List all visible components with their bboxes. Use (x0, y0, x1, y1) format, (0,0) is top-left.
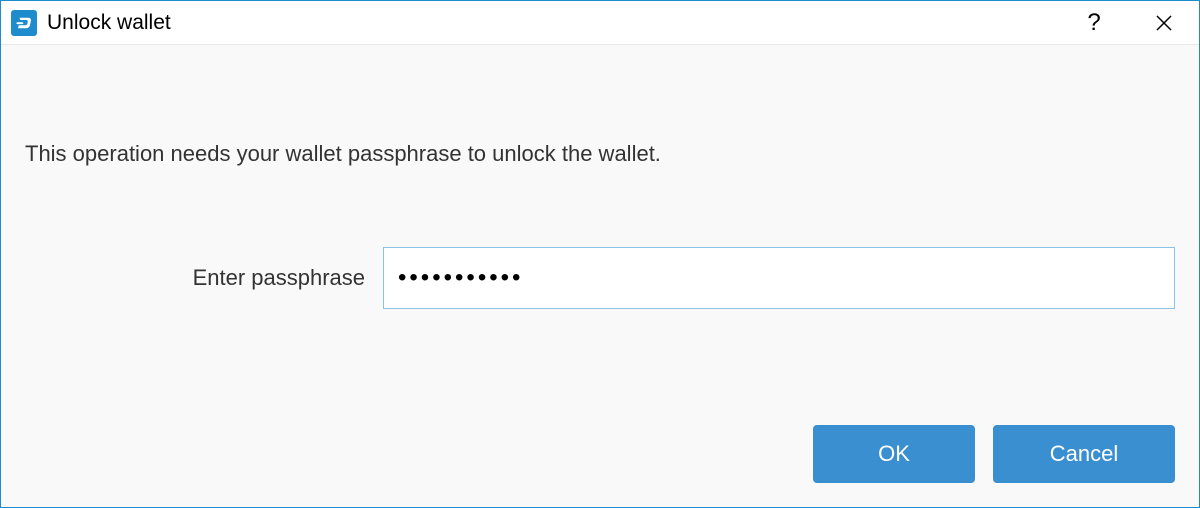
cancel-button[interactable]: Cancel (993, 425, 1175, 483)
help-button[interactable]: ? (1059, 1, 1129, 44)
titlebar-controls: ? (1059, 1, 1199, 44)
ok-button[interactable]: OK (813, 425, 975, 483)
titlebar: Unlock wallet ? (1, 1, 1199, 45)
passphrase-row: Enter passphrase (25, 247, 1175, 309)
button-row: OK Cancel (25, 425, 1175, 483)
passphrase-label: Enter passphrase (25, 265, 365, 291)
dialog-title: Unlock wallet (47, 11, 1059, 35)
instruction-text: This operation needs your wallet passphr… (25, 141, 1175, 167)
close-button[interactable] (1129, 1, 1199, 44)
dash-logo-icon (15, 14, 33, 32)
dash-app-icon (11, 10, 37, 36)
passphrase-input[interactable] (383, 247, 1175, 309)
dialog-content: This operation needs your wallet passphr… (1, 45, 1199, 507)
unlock-wallet-dialog: Unlock wallet ? This operation needs you… (0, 0, 1200, 508)
close-icon (1156, 15, 1172, 31)
